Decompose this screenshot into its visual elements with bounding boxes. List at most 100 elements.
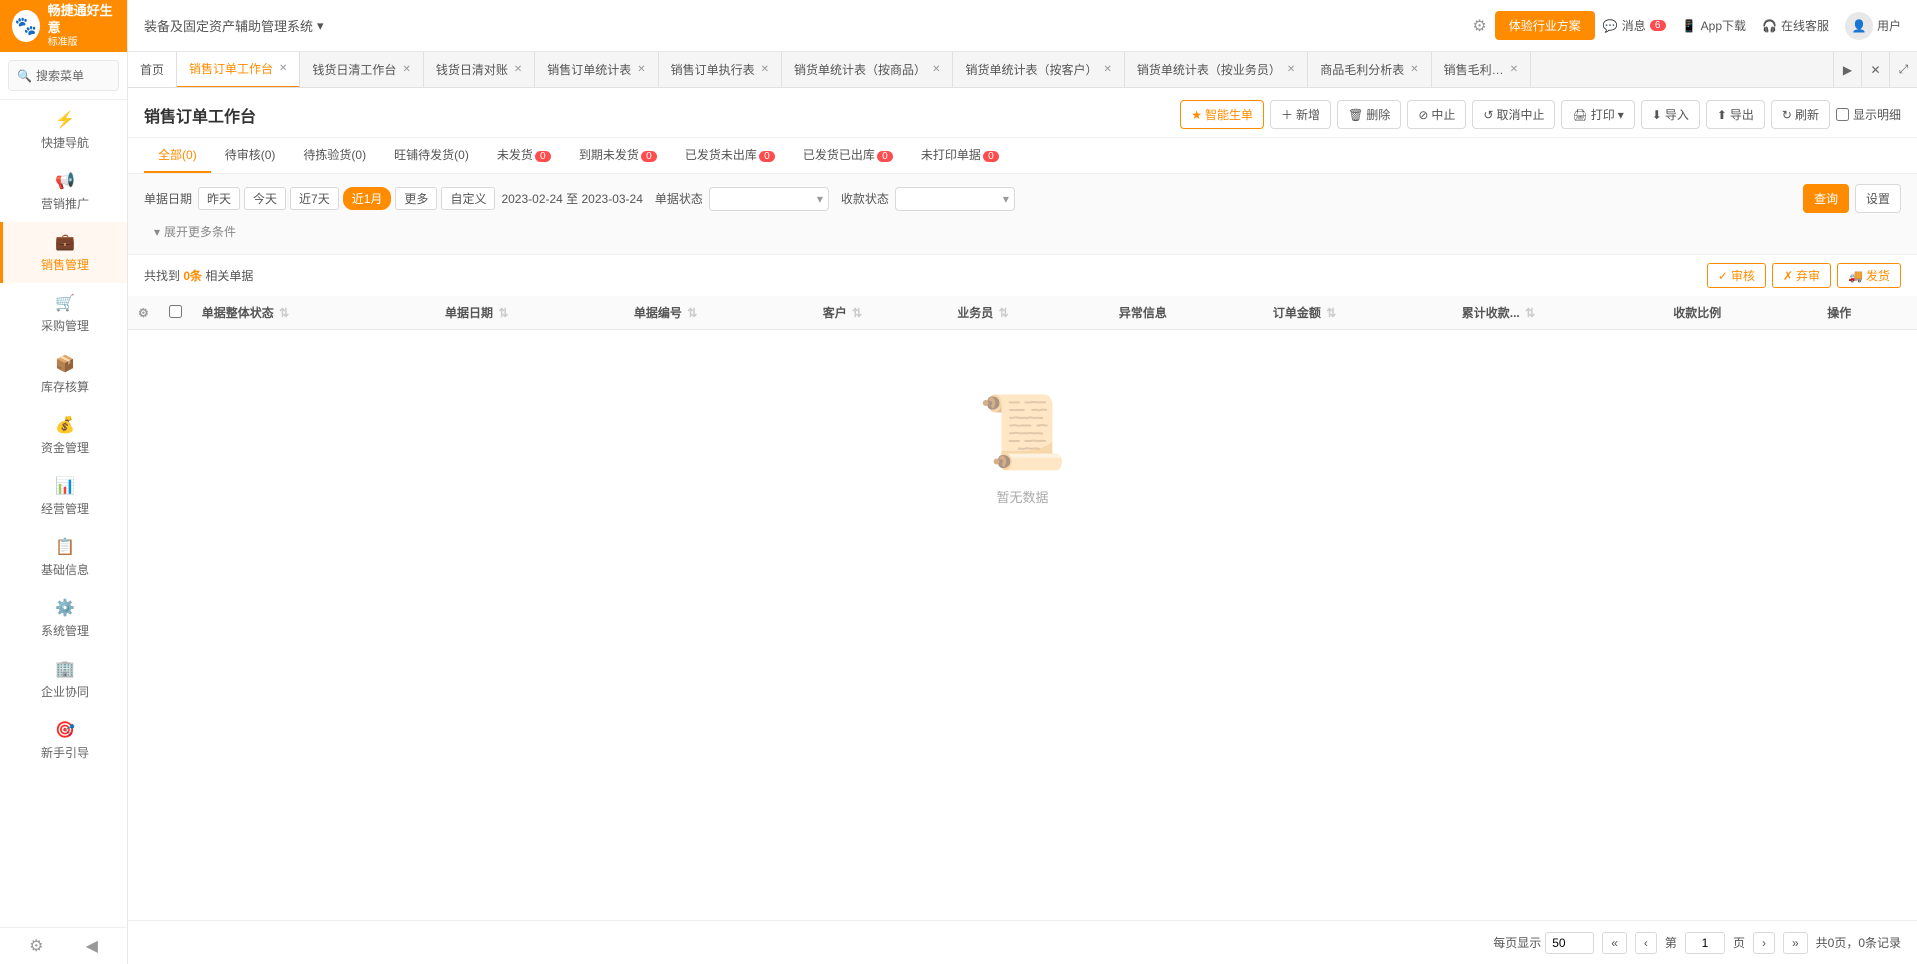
- sidebar-item-marketing[interactable]: 📢 营销推广: [0, 161, 127, 222]
- tab-close-sales-stat[interactable]: ✕: [637, 64, 645, 75]
- ship-batch-button[interactable]: 🚚 发货: [1837, 263, 1901, 288]
- col-staff[interactable]: 业务员 ⇅: [947, 296, 1109, 330]
- sidebar-item-quick-nav[interactable]: ⚡ 快捷导航: [0, 100, 127, 161]
- date-7days-button[interactable]: 近7天: [290, 187, 339, 210]
- collapse-sidebar-icon[interactable]: ◀: [86, 936, 98, 956]
- status-select[interactable]: [709, 187, 829, 211]
- filter-tab-pending-review[interactable]: 待审核(0): [211, 138, 290, 173]
- filter-tab-all[interactable]: 全部(0): [144, 138, 211, 173]
- system-title[interactable]: 装备及固定资产辅助管理系统 ▾: [144, 16, 1464, 35]
- tab-close-sales-stat-customer[interactable]: ✕: [1103, 64, 1111, 75]
- app-download-button[interactable]: 📱 App下载: [1682, 17, 1746, 34]
- guide-icon: 🎯: [55, 720, 75, 740]
- tab-close-all-button[interactable]: ✕: [1861, 52, 1889, 88]
- col-amount[interactable]: 订单金额 ⇅: [1263, 296, 1452, 330]
- show-detail-checkbox[interactable]: [1836, 108, 1849, 121]
- page-number-input[interactable]: [1685, 932, 1725, 954]
- review-batch-button[interactable]: ✓ 审核: [1707, 263, 1766, 288]
- topbar-settings-icon[interactable]: ⚙: [1472, 16, 1486, 36]
- date-yesterday-button[interactable]: 昨天: [198, 187, 240, 210]
- date-custom-button[interactable]: 自定义: [441, 187, 495, 210]
- tab-close-sales-stat-staff[interactable]: ✕: [1287, 64, 1295, 75]
- tab-gross-profit[interactable]: 商品毛利分析表 ✕: [1308, 52, 1431, 88]
- add-button[interactable]: ＋ 新增: [1270, 100, 1331, 129]
- sidebar-item-purchase[interactable]: 🛒 采购管理: [0, 283, 127, 344]
- online-service-button[interactable]: 🎧 在线客服: [1762, 17, 1829, 34]
- tab-close-cash-daily[interactable]: ✕: [402, 64, 410, 75]
- sidebar-item-guide[interactable]: 🎯 新手引导: [0, 710, 127, 771]
- page-first-button[interactable]: «: [1602, 932, 1627, 954]
- expand-more-button[interactable]: ▾ 展开更多条件: [144, 219, 1901, 244]
- cancel-stop-button[interactable]: ↺ 取消中止: [1472, 100, 1555, 129]
- tab-sales-workbench[interactable]: 销售订单工作台 ✕: [177, 52, 300, 88]
- filter-settings-button[interactable]: 设置: [1855, 184, 1901, 213]
- payment-select[interactable]: [895, 187, 1015, 211]
- sidebar-item-inventory[interactable]: 📦 库存核算: [0, 344, 127, 405]
- tab-close-cash-reconcile[interactable]: ✕: [514, 64, 522, 75]
- tab-cash-daily[interactable]: 钱货日清工作台 ✕: [300, 52, 423, 88]
- select-all-checkbox[interactable]: [169, 305, 182, 318]
- col-number[interactable]: 单据编号 ⇅: [624, 296, 813, 330]
- cancel-review-batch-button[interactable]: ✗ 弃审: [1772, 263, 1831, 288]
- tab-close-sales-workbench[interactable]: ✕: [279, 63, 287, 74]
- col-status[interactable]: 单据整体状态 ⇅: [192, 296, 435, 330]
- tab-home[interactable]: 首页: [128, 52, 177, 88]
- query-button[interactable]: 查询: [1803, 184, 1849, 213]
- settings-gear-icon[interactable]: ⚙: [29, 936, 43, 956]
- tab-close-sales-profit[interactable]: ✕: [1510, 64, 1518, 75]
- print-button[interactable]: 🖨 打印 ▾: [1561, 100, 1634, 129]
- search-menu-button[interactable]: 🔍 搜索菜单: [8, 60, 119, 91]
- message-button[interactable]: 💬 消息 6: [1603, 17, 1666, 34]
- col-customer[interactable]: 客户 ⇅: [813, 296, 948, 330]
- show-detail-label[interactable]: 显示明细: [1836, 106, 1901, 123]
- page-next-button[interactable]: ›: [1753, 932, 1775, 954]
- tab-sales-profit[interactable]: 销售毛利… ✕: [1432, 52, 1531, 88]
- tab-sales-exec[interactable]: 销售订单执行表 ✕: [659, 52, 782, 88]
- tab-sales-stat-customer[interactable]: 销货单统计表（按客户） ✕: [953, 52, 1124, 88]
- sort-status-icon: ⇅: [279, 306, 289, 320]
- smart-create-button[interactable]: ★ 智能生单: [1180, 100, 1264, 129]
- filter-tab-wangpu-pending[interactable]: 旺铺待发货(0): [380, 138, 483, 173]
- tab-maximize-button[interactable]: ⤢: [1889, 52, 1917, 88]
- sidebar-item-enterprise[interactable]: 🏢 企业协同: [0, 649, 127, 710]
- stop-button[interactable]: ⊘ 中止: [1407, 100, 1466, 129]
- tab-sales-stat[interactable]: 销售订单统计表 ✕: [535, 52, 658, 88]
- sidebar-item-operations[interactable]: 📊 经营管理: [0, 466, 127, 527]
- tab-scroll-right-button[interactable]: ▶: [1833, 52, 1861, 88]
- industry-solution-button[interactable]: 体验行业方案: [1495, 11, 1595, 40]
- page-prev-button[interactable]: ‹: [1635, 932, 1657, 954]
- quick-nav-icon: ⚡: [55, 110, 75, 130]
- tab-close-sales-exec[interactable]: ✕: [761, 64, 769, 75]
- col-date[interactable]: 单据日期 ⇅: [435, 296, 624, 330]
- ship-icon: 🚚: [1848, 269, 1863, 283]
- sidebar-item-finance[interactable]: 💰 资金管理: [0, 405, 127, 466]
- delete-button[interactable]: 🗑 删除: [1337, 100, 1401, 129]
- col-collected[interactable]: 累计收款... ⇅: [1452, 296, 1664, 330]
- sidebar-item-system[interactable]: ⚙️ 系统管理: [0, 588, 127, 649]
- date-1month-button[interactable]: 近1月: [343, 187, 392, 210]
- page-last-button[interactable]: »: [1783, 932, 1808, 954]
- export-button[interactable]: ⬆ 导出: [1706, 100, 1765, 129]
- sidebar-item-basic-info[interactable]: 📋 基础信息: [0, 527, 127, 588]
- import-button[interactable]: ⬇ 导入: [1641, 100, 1700, 129]
- refresh-button[interactable]: ↻ 刷新: [1771, 100, 1830, 129]
- sidebar-item-sales[interactable]: 💼 销售管理: [0, 222, 127, 283]
- filter-tab-shipped-not-out[interactable]: 已发货未出库0: [671, 138, 789, 173]
- filter-tab-not-shipped[interactable]: 未发货0: [483, 138, 565, 173]
- filter-tab-pending-inspect[interactable]: 待拣验货(0): [289, 138, 380, 173]
- filter-tab-shipped-out[interactable]: 已发货已出库0: [789, 138, 907, 173]
- filter-tab-not-printed[interactable]: 未打印单据0: [907, 138, 1013, 173]
- filter-tab-expired-not-shipped[interactable]: 到期未发货0: [565, 138, 671, 173]
- tab-sales-stat-staff[interactable]: 销货单统计表（按业务员） ✕: [1125, 52, 1308, 88]
- date-more-button[interactable]: 更多: [395, 187, 437, 210]
- filter-action-buttons: 查询 设置: [1803, 184, 1901, 213]
- col-settings[interactable]: ⚙: [128, 296, 159, 330]
- per-page-select[interactable]: 50 10 20 100: [1545, 932, 1594, 954]
- tab-cash-reconcile[interactable]: 钱货日清对账 ✕: [424, 52, 535, 88]
- date-today-button[interactable]: 今天: [244, 187, 286, 210]
- sales-icon: 💼: [55, 232, 75, 252]
- tab-sales-stat-product[interactable]: 销货单统计表（按商品） ✕: [782, 52, 953, 88]
- user-menu[interactable]: 👤 用户: [1845, 12, 1901, 40]
- tab-close-gross-profit[interactable]: ✕: [1410, 64, 1418, 75]
- tab-close-sales-stat-product[interactable]: ✕: [932, 64, 940, 75]
